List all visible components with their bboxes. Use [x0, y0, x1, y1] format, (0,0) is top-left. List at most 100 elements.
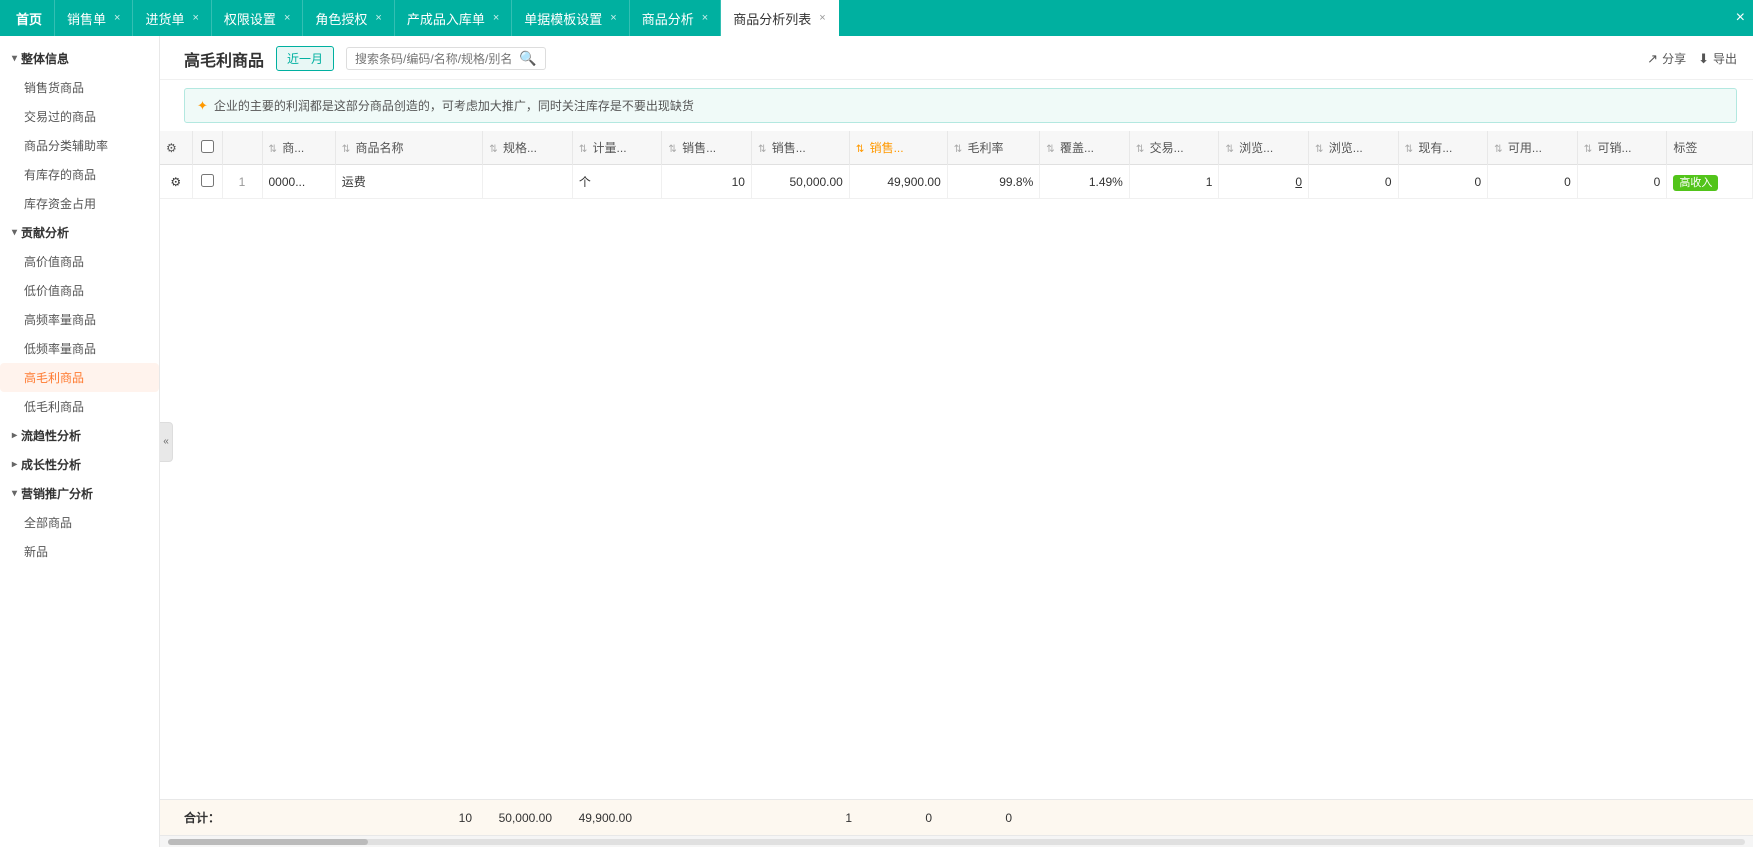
main-layout: ▾ 整体信息 销售货商品 交易过的商品 商品分类辅助率 有库存的商品 库存资金占…	[0, 36, 1753, 847]
sort-icon-coverage[interactable]: ⇅	[1046, 144, 1054, 155]
th-browse2: ⇅ 浏览...	[1309, 131, 1399, 165]
table-wrapper[interactable]: ⚙ ⇅ 商... ⇅ 商品名称	[160, 131, 1753, 799]
info-icon: ✦	[197, 98, 208, 114]
th-browse1: ⇅ 浏览...	[1219, 131, 1309, 165]
th-saleable-stock: ⇅ 可销...	[1577, 131, 1667, 165]
home-label: 首页	[16, 9, 42, 28]
sort-icon-current[interactable]: ⇅	[1405, 144, 1413, 155]
export-btn[interactable]: ⬇ 导出	[1698, 50, 1737, 67]
sort-icon-cost[interactable]: ⇅	[856, 144, 864, 155]
arrow-down-icon: ▾	[12, 53, 17, 64]
sidebar-item-inventory-capital[interactable]: 库存资金占用	[0, 189, 159, 218]
th-checkbox[interactable]	[192, 131, 222, 165]
sort-icon-name[interactable]: ⇅	[342, 144, 350, 155]
sidebar-item-high-value[interactable]: 高价值商品	[0, 247, 159, 276]
sidebar-group-overall[interactable]: ▾ 整体信息	[0, 44, 159, 73]
footer-current-stock: 0	[860, 811, 940, 825]
sidebar-item-traded-goods[interactable]: 交易过的商品	[0, 102, 159, 131]
td-settings[interactable]: ⚙	[160, 165, 192, 199]
footer-total: 合计： 10 50,000.00 49,900.00 1 0 0	[160, 799, 1753, 835]
sidebar-group-wealth[interactable]: ▾ 贡献分析	[0, 218, 159, 247]
close-product-entry[interactable]: ×	[493, 12, 499, 24]
sidebar-item-high-freq[interactable]: 高频率量商品	[0, 305, 159, 334]
close-purchase[interactable]: ×	[192, 12, 198, 24]
td-current-stock: 0	[1398, 165, 1488, 199]
nav-tab-sales[interactable]: 销售单 ×	[55, 0, 133, 36]
close-role[interactable]: ×	[375, 12, 381, 24]
td-checkbox[interactable]	[192, 165, 222, 199]
sidebar-item-goods-analysis[interactable]: 商品分类辅助率	[0, 131, 159, 160]
sort-icon-saleable[interactable]: ⇅	[1584, 144, 1592, 155]
sidebar-item-new-goods[interactable]: 新品	[0, 537, 159, 566]
th-settings[interactable]: ⚙	[160, 131, 192, 165]
select-all-checkbox[interactable]	[201, 140, 214, 153]
th-current-stock: ⇅ 现有...	[1398, 131, 1488, 165]
sort-icon-sku[interactable]: ⇅	[269, 144, 277, 155]
row-settings-icon[interactable]: ⚙	[170, 175, 181, 189]
browse1-link[interactable]: 0	[1295, 175, 1302, 189]
sidebar-item-stocked-goods[interactable]: 有库存的商品	[0, 160, 159, 189]
footer-sales-qty: 10	[240, 811, 480, 825]
export-icon: ⬇	[1698, 51, 1709, 67]
sidebar-item-all-goods[interactable]: 全部商品	[0, 508, 159, 537]
sort-icon-qty[interactable]: ⇅	[668, 144, 676, 155]
footer-transaction: 1	[640, 811, 860, 825]
tag-badge: 高收入	[1673, 175, 1718, 191]
sidebar-item-sales-goods[interactable]: 销售货商品	[0, 73, 159, 102]
sidebar-group-growth[interactable]: ▸ 成长性分析	[0, 450, 159, 479]
nav-tab-analysis[interactable]: 商品分析 ×	[630, 0, 721, 36]
th-tag: 标签	[1667, 131, 1753, 165]
share-label: 分享	[1662, 50, 1686, 67]
sort-icon-margin[interactable]: ⇅	[954, 144, 962, 155]
td-sales-cost: 49,900.00	[849, 165, 947, 199]
sidebar-item-low-value[interactable]: 低价值商品	[0, 276, 159, 305]
sidebar-group-trend[interactable]: ▸ 流趋性分析	[0, 421, 159, 450]
settings-icon[interactable]: ⚙	[166, 141, 177, 155]
sort-icon-available[interactable]: ⇅	[1494, 144, 1502, 155]
close-permission[interactable]: ×	[284, 12, 290, 24]
share-btn[interactable]: ↗ 分享	[1647, 50, 1686, 67]
sort-icon-unit[interactable]: ⇅	[579, 144, 587, 155]
nav-tab-home[interactable]: 首页	[4, 0, 55, 36]
sort-icon-spec[interactable]: ⇅	[489, 144, 497, 155]
close-template[interactable]: ×	[610, 12, 616, 24]
scroll-track[interactable]	[168, 839, 1745, 845]
nav-tab-product-entry[interactable]: 产成品入库单 ×	[395, 0, 512, 36]
nav-tab-purchase[interactable]: 进货单 ×	[133, 0, 211, 36]
bottom-scrollbar[interactable]	[160, 835, 1753, 847]
th-coverage: ⇅ 覆盖...	[1040, 131, 1130, 165]
nav-tab-template[interactable]: 单据模板设置 ×	[512, 0, 629, 36]
footer-sales-cost: 49,900.00	[560, 811, 640, 825]
filter-recent-month-btn[interactable]: 近一月	[276, 46, 334, 71]
sidebar-item-high-margin[interactable]: 高毛利商品	[0, 363, 159, 392]
close-analysis-list[interactable]: ×	[819, 12, 825, 24]
search-input[interactable]	[355, 52, 515, 66]
share-icon: ↗	[1647, 51, 1658, 67]
nav-tab-permission[interactable]: 权限设置 ×	[212, 0, 303, 36]
group-trend-label: 流趋性分析	[21, 427, 81, 444]
sort-icon-browse2[interactable]: ⇅	[1315, 144, 1323, 155]
analysis-label: 商品分析	[642, 9, 694, 28]
td-sales-amount: 50,000.00	[751, 165, 849, 199]
sidebar-item-low-freq[interactable]: 低频率量商品	[0, 334, 159, 363]
table-row: ⚙ 1 0000... 运费	[160, 165, 1753, 199]
sort-icon-transaction[interactable]: ⇅	[1136, 144, 1144, 155]
window-close-icon[interactable]: ×	[1736, 9, 1745, 27]
scroll-thumb[interactable]	[168, 839, 368, 845]
row-checkbox[interactable]	[201, 174, 214, 187]
close-analysis[interactable]: ×	[702, 12, 708, 24]
sidebar-collapse-btn[interactable]: «	[160, 422, 173, 462]
td-available-stock: 0	[1488, 165, 1578, 199]
sort-icon-amount[interactable]: ⇅	[758, 144, 766, 155]
search-icon[interactable]: 🔍	[519, 50, 536, 67]
nav-tab-analysis-list[interactable]: 商品分析列表 ×	[721, 0, 838, 36]
td-transaction: 1	[1129, 165, 1219, 199]
sidebar-item-low-margin[interactable]: 低毛利商品	[0, 392, 159, 421]
product-entry-label: 产成品入库单	[407, 9, 485, 28]
nav-tab-role[interactable]: 角色授权 ×	[303, 0, 394, 36]
role-label: 角色授权	[315, 9, 367, 28]
sort-icon-browse1[interactable]: ⇅	[1225, 144, 1233, 155]
sidebar-group-marketing[interactable]: ▾ 营销推广分析	[0, 479, 159, 508]
close-sales[interactable]: ×	[114, 12, 120, 24]
td-rownum: 1	[222, 165, 262, 199]
